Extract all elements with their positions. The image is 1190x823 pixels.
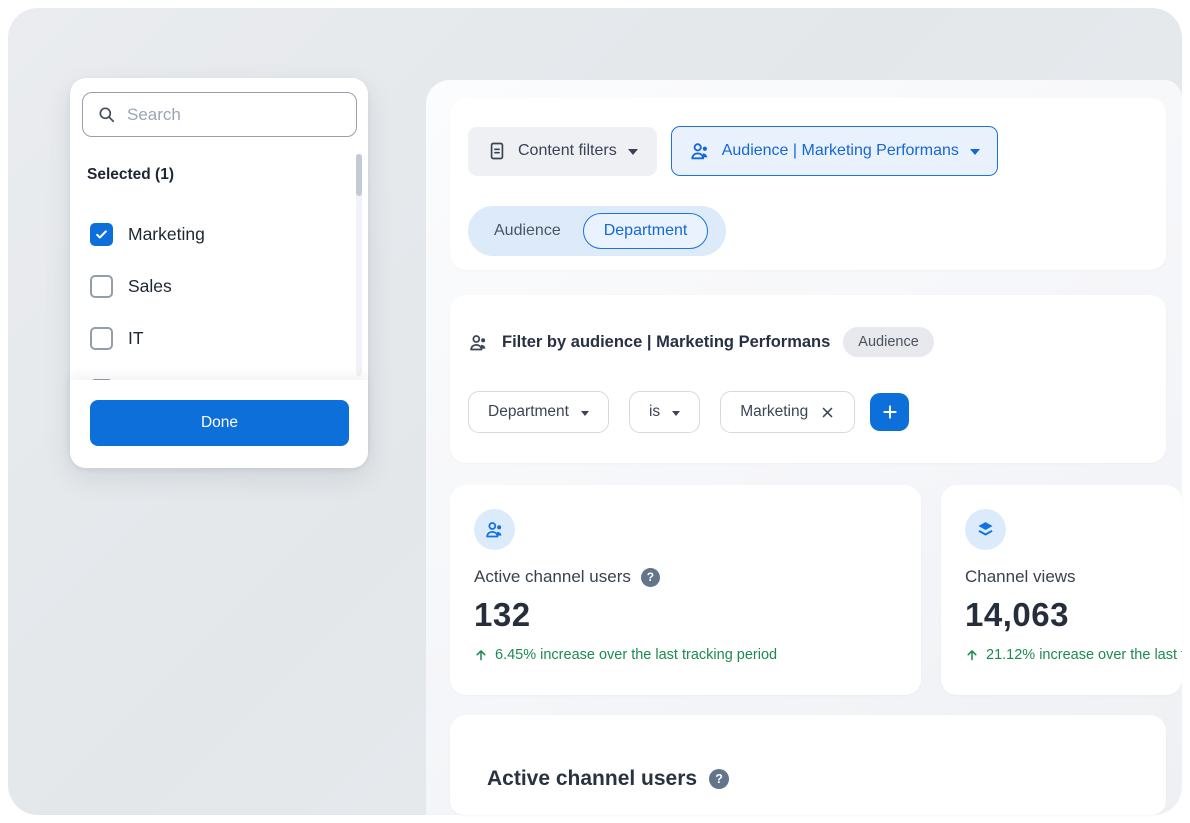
search-icon	[97, 105, 116, 124]
people-icon	[468, 332, 489, 353]
audience-dropdown-label: Audience | Marketing Performans	[722, 142, 959, 160]
checkbox-unchecked-icon[interactable]	[90, 327, 113, 350]
filter-title-row: Filter by audience | Marketing Performan…	[468, 327, 934, 357]
help-icon[interactable]: ?	[709, 769, 729, 789]
chevron-down-icon	[581, 411, 589, 416]
value-chip-label: Marketing	[740, 403, 808, 421]
stat-trend: 6.45% increase over the last tracking pe…	[474, 647, 921, 663]
section-title: Active channel users	[487, 767, 697, 791]
plus-icon	[881, 403, 899, 421]
stat-title: Channel views	[965, 567, 1076, 587]
filter-builder-card: Filter by audience | Marketing Performan…	[450, 295, 1166, 463]
toolbar-card: Content filters Audience | Marketing Per…	[450, 98, 1166, 270]
arrow-up-icon	[474, 648, 488, 662]
audience-filter-popup: Selected (1) Marketing Sales IT M	[70, 78, 368, 468]
section-title-row: Active channel users ?	[487, 767, 729, 791]
stat-card-channel-views: Channel views 14,063 21.12% increase ove…	[941, 485, 1182, 695]
checkbox-row-clipped[interactable]: Marketing	[70, 364, 368, 380]
chart-section-card: Active channel users ?	[450, 715, 1166, 815]
chevron-down-icon	[628, 149, 638, 155]
checkbox-label: IT	[128, 328, 144, 349]
add-condition-button[interactable]	[870, 393, 909, 431]
arrow-up-icon	[965, 648, 979, 662]
filter-tab-group: Audience Department	[468, 206, 726, 256]
checkbox-list: Marketing Sales IT Marketing	[70, 208, 368, 380]
tab-audience[interactable]: Audience	[494, 222, 561, 240]
users-icon	[474, 509, 515, 550]
search-box	[82, 92, 357, 137]
checkbox-label: Marketing	[128, 224, 205, 245]
operator-select[interactable]: is	[629, 391, 700, 433]
stat-trend: 21.12% increase over the last tracking p…	[965, 647, 1182, 663]
audience-badge: Audience	[843, 327, 933, 357]
done-button[interactable]: Done	[90, 400, 349, 446]
audience-dropdown[interactable]: Audience | Marketing Performans	[671, 126, 998, 176]
toolbar-button-row: Content filters Audience | Marketing Per…	[468, 126, 998, 176]
field-select[interactable]: Department	[468, 391, 609, 433]
search-input[interactable]	[127, 105, 348, 125]
chevron-down-icon	[672, 411, 680, 416]
document-icon	[487, 141, 507, 161]
close-icon[interactable]	[820, 405, 835, 420]
help-icon[interactable]: ?	[641, 568, 660, 587]
stat-title: Active channel users	[474, 567, 631, 587]
stat-trend-text: 21.12% increase over the last tracking p…	[986, 647, 1182, 663]
app-canvas: Content filters Audience | Marketing Per…	[0, 0, 1190, 823]
field-select-label: Department	[488, 403, 569, 421]
checkbox-checked-icon[interactable]	[90, 223, 113, 246]
stat-trend-text: 6.45% increase over the last tracking pe…	[495, 647, 777, 663]
tab-department[interactable]: Department	[583, 213, 709, 249]
checkbox-row-sales[interactable]: Sales	[70, 260, 368, 312]
checkbox-unchecked-icon[interactable]	[90, 275, 113, 298]
content-filters-label: Content filters	[518, 142, 617, 160]
layers-icon	[965, 509, 1006, 550]
stat-value: 132	[474, 596, 921, 634]
operator-select-label: is	[649, 403, 660, 421]
filter-condition-row: Department is Marketing	[468, 391, 909, 433]
content-filters-dropdown[interactable]: Content filters	[468, 127, 657, 176]
stat-card-active-users: Active channel users ? 132 6.45% increas…	[450, 485, 921, 695]
stat-value: 14,063	[965, 596, 1182, 634]
checkbox-label: Sales	[128, 276, 172, 297]
checkbox-row-marketing[interactable]: Marketing	[70, 208, 368, 260]
chevron-down-icon	[970, 149, 980, 155]
checkbox-row-it[interactable]: IT	[70, 312, 368, 364]
popup-footer: Done	[70, 380, 368, 468]
value-chip[interactable]: Marketing	[720, 391, 855, 433]
filter-panel-title: Filter by audience | Marketing Performan…	[502, 333, 830, 352]
people-icon	[689, 140, 711, 162]
selected-count-label: Selected (1)	[87, 166, 174, 184]
scrollbar-thumb[interactable]	[356, 154, 362, 196]
